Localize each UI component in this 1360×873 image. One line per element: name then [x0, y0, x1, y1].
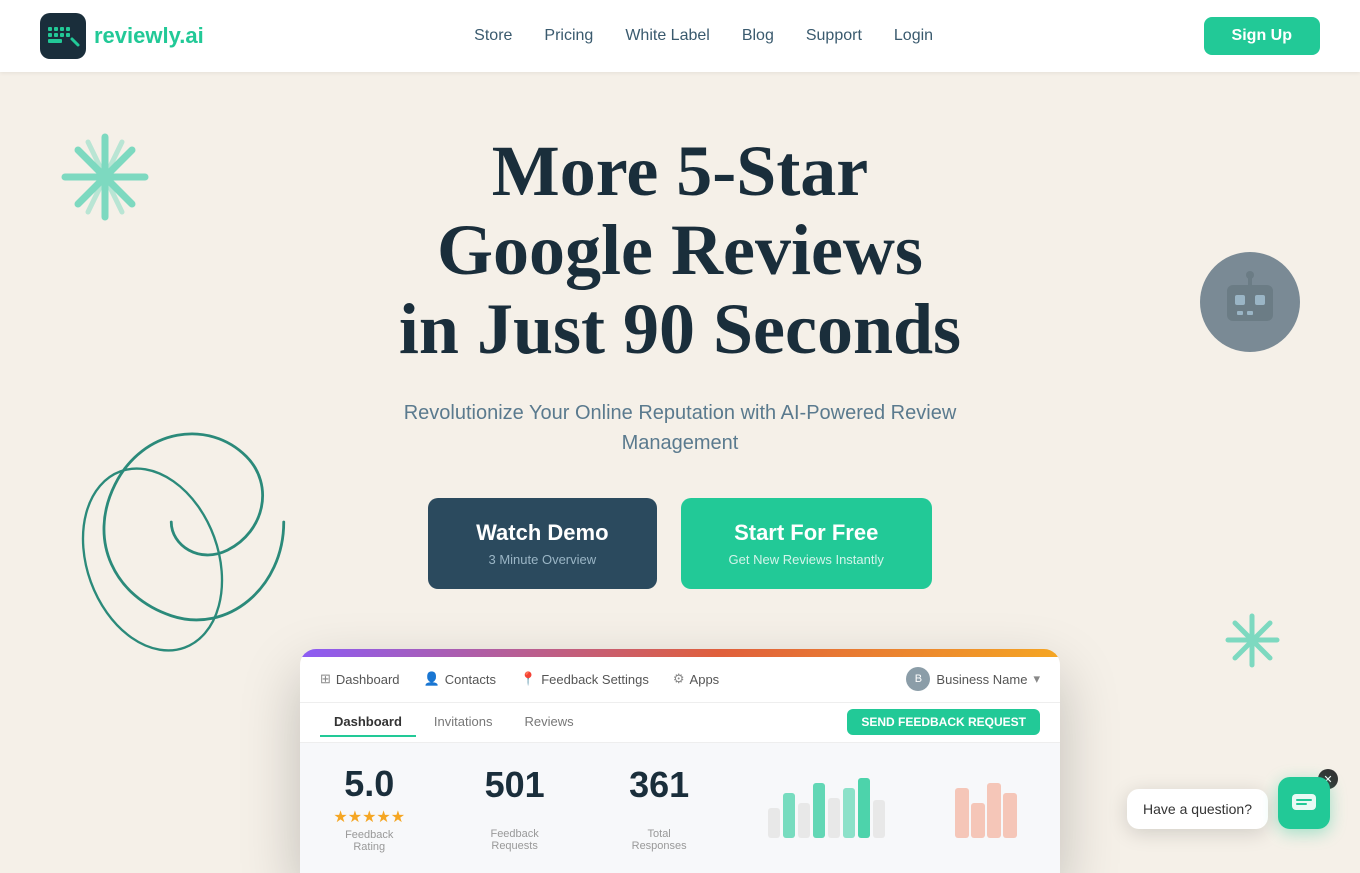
cta-buttons: Watch Demo 3 Minute Overview Start For F…: [20, 498, 1340, 589]
chat-widget: Have a question? ✕: [1127, 777, 1330, 829]
nav-pricing[interactable]: Pricing: [544, 27, 593, 44]
dashboard-gradient-bar: [300, 649, 1060, 657]
signup-button[interactable]: Sign Up: [1204, 17, 1320, 55]
dashboard-preview: ⊞ Dashboard 👤 Contacts 📍 Feedback Settin…: [300, 649, 1060, 873]
send-feedback-button[interactable]: SEND FEEDBACK REQUEST: [847, 709, 1040, 735]
dashboard-tabs: Dashboard Invitations Reviews: [320, 708, 588, 737]
start-free-sublabel: Get New Reviews Instantly: [729, 552, 884, 567]
dashboard-metrics: 5.0 ★★★★★ Feedback Rating 501 Feedback R…: [300, 743, 1060, 873]
rating-stars: ★★★★★: [330, 807, 408, 827]
logo[interactable]: reviewly.ai: [40, 13, 204, 59]
hero-subtitle: Revolutionize Your Online Reputation wit…: [400, 398, 960, 458]
metric-rating: 5.0 ★★★★★ Feedback Rating: [330, 763, 408, 853]
chat-question: Have a question?: [1143, 801, 1252, 817]
hero-section: More 5-Star Google Reviews in Just 90 Se…: [0, 72, 1360, 873]
dashboard-nav-items: ⊞ Dashboard 👤 Contacts 📍 Feedback Settin…: [320, 671, 719, 687]
hero-content: More 5-Star Google Reviews in Just 90 Se…: [0, 72, 1360, 873]
chat-icon-button[interactable]: [1278, 777, 1330, 829]
nav-support[interactable]: Support: [806, 27, 862, 44]
nav-white-label[interactable]: White Label: [625, 27, 710, 44]
tab-dashboard[interactable]: Dashboard: [320, 708, 416, 737]
start-free-button[interactable]: Start For Free Get New Reviews Instantly: [681, 498, 932, 589]
navbar: reviewly.ai Store Pricing White Label Bl…: [0, 0, 1360, 72]
chat-bubble: Have a question?: [1127, 789, 1268, 829]
start-free-label: Start For Free: [734, 520, 878, 546]
dashboard-chart: [758, 778, 895, 838]
dashboard-topnav: ⊞ Dashboard 👤 Contacts 📍 Feedback Settin…: [300, 657, 1060, 703]
chat-icon: [1290, 789, 1318, 817]
logo-text: reviewly.ai: [94, 23, 204, 49]
nav-store[interactable]: Store: [474, 27, 512, 44]
logo-icon: [40, 13, 86, 59]
nav-links: Store Pricing White Label Blog Support L…: [474, 27, 933, 45]
watch-demo-button[interactable]: Watch Demo 3 Minute Overview: [428, 498, 656, 589]
hero-title: More 5-Star Google Reviews in Just 90 Se…: [280, 132, 1080, 370]
dashboard-tabs-row: Dashboard Invitations Reviews SEND FEEDB…: [300, 703, 1060, 743]
nav-login[interactable]: Login: [894, 27, 933, 44]
watch-demo-sublabel: 3 Minute Overview: [488, 552, 596, 567]
metric-requests: 501 Feedback Requests: [468, 764, 560, 852]
tab-invitations[interactable]: Invitations: [420, 708, 507, 737]
chat-button-container: ✕: [1278, 777, 1330, 829]
dashboard-chart-2: [955, 778, 1030, 838]
nav-blog[interactable]: Blog: [742, 27, 774, 44]
metric-responses: 361 Total Responses: [621, 764, 698, 852]
tab-reviews[interactable]: Reviews: [510, 708, 587, 737]
dashboard-business-name: B Business Name ▾: [906, 667, 1040, 691]
watch-demo-label: Watch Demo: [476, 520, 608, 546]
